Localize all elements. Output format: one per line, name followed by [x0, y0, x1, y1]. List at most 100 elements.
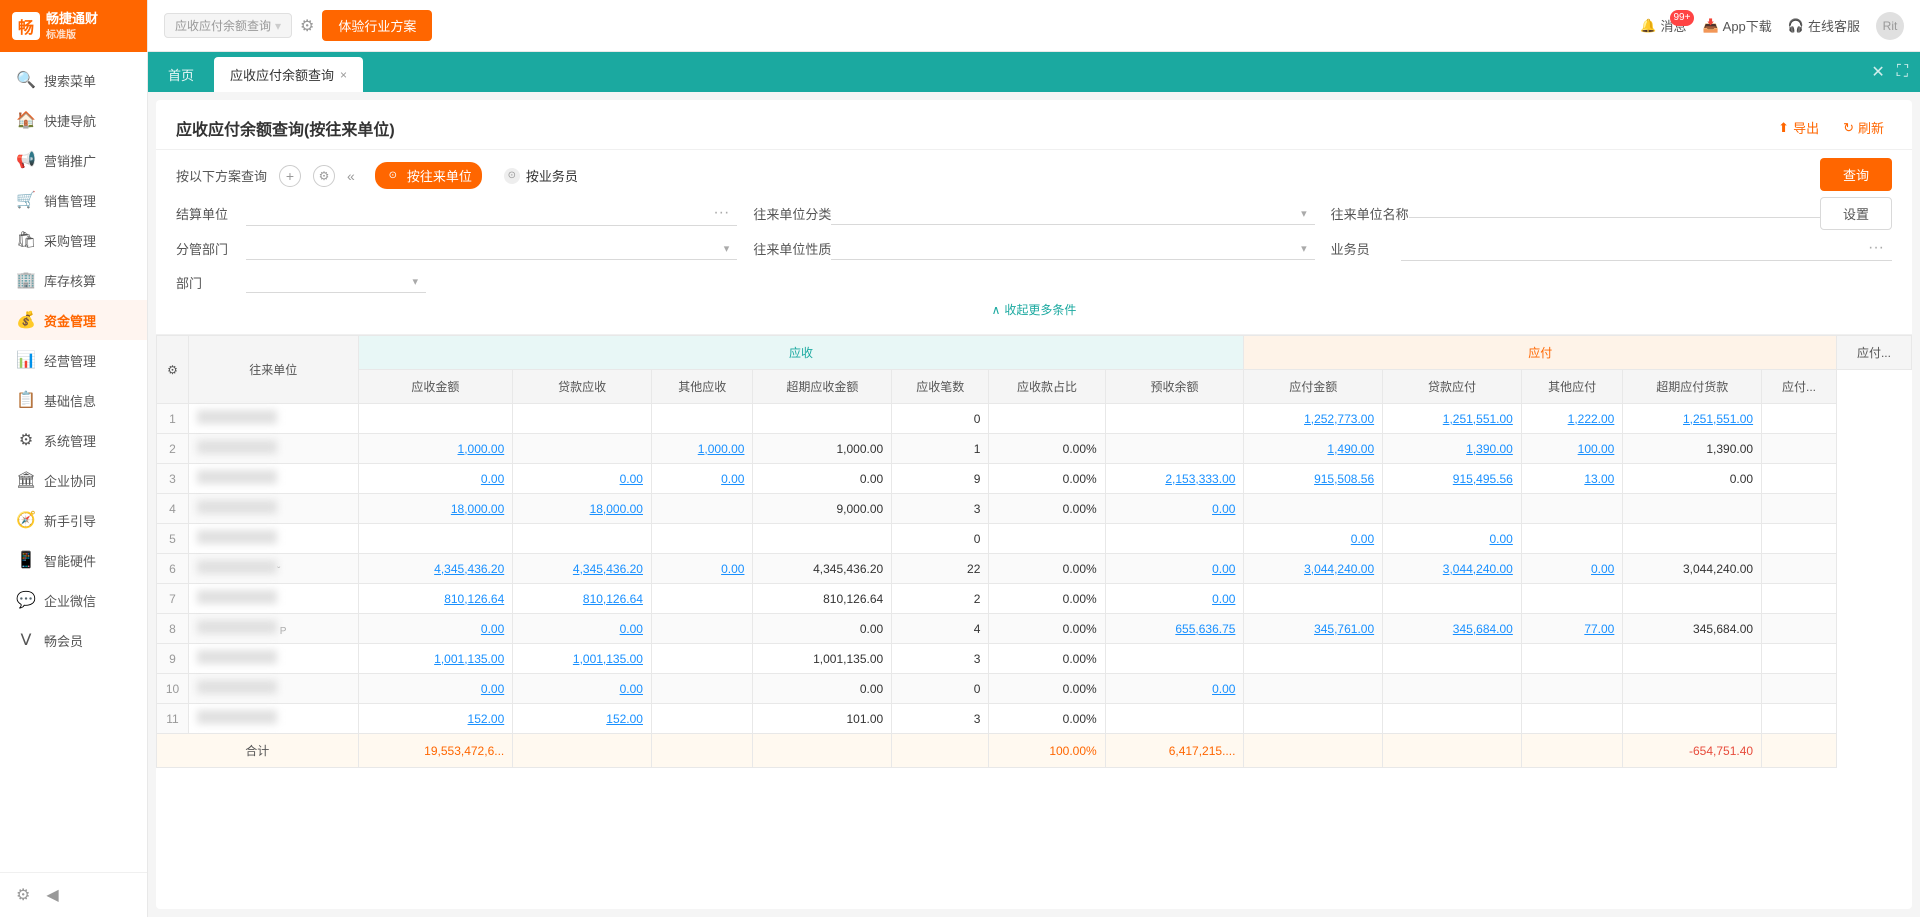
- ap-amount[interactable]: 1,490.00: [1244, 434, 1383, 464]
- settlement-unit-input[interactable]: ···: [246, 201, 737, 226]
- sidebar-item-inventory[interactable]: 🏢 库存核算: [0, 260, 147, 300]
- tab-home[interactable]: 首页: [152, 57, 210, 92]
- user-avatar[interactable]: Rit: [1876, 12, 1904, 40]
- ar-prepay[interactable]: 0.00: [1105, 554, 1244, 584]
- partner-nature-input[interactable]: ▾: [831, 238, 1314, 260]
- ar-amount[interactable]: 1,000.00: [358, 434, 513, 464]
- ar-loan[interactable]: 4,345,436.20: [513, 554, 652, 584]
- sidebar-item-quick-nav[interactable]: 🏠 快捷导航: [0, 100, 147, 140]
- ar-ratio: 0.00%: [989, 704, 1105, 734]
- ap-amount[interactable]: 345,761.00: [1244, 614, 1383, 644]
- ar-loan[interactable]: 1,001,135.00: [513, 644, 652, 674]
- ar-other[interactable]: 0.00: [651, 554, 753, 584]
- ar-prepay[interactable]: 0.00: [1105, 584, 1244, 614]
- ar-prepay[interactable]: 655,636.75: [1105, 614, 1244, 644]
- ar-loan[interactable]: 0.00: [513, 464, 652, 494]
- ap-other[interactable]: 13.00: [1521, 464, 1623, 494]
- sidebar-item-capital[interactable]: 💰 资金管理: [0, 300, 147, 340]
- query-button[interactable]: 查询: [1820, 158, 1892, 191]
- expand-window-icon[interactable]: ⛶: [1893, 59, 1912, 85]
- ap-amount[interactable]: 915,508.56: [1244, 464, 1383, 494]
- row-num: 1: [157, 404, 189, 434]
- ar-other[interactable]: 0.00: [651, 464, 753, 494]
- partner-category-input[interactable]: ▾: [831, 203, 1314, 225]
- sidebar-item-sales[interactable]: 🛒 销售管理: [0, 180, 147, 220]
- filter-add-button[interactable]: +: [279, 165, 301, 187]
- ar-other[interactable]: 1,000.00: [651, 434, 753, 464]
- ap-amount[interactable]: 1,252,773.00: [1244, 404, 1383, 434]
- ar-amount[interactable]: 0.00: [358, 464, 513, 494]
- ar-prepay[interactable]: 0.00: [1105, 674, 1244, 704]
- tab-close-icon[interactable]: ×: [340, 68, 347, 82]
- sidebar-item-purchase[interactable]: 🛍 采购管理: [0, 220, 147, 260]
- settings-bottom-icon[interactable]: ⚙: [16, 885, 30, 905]
- ap-amount[interactable]: 3,044,240.00: [1244, 554, 1383, 584]
- header-path[interactable]: 应收应付余额查询 ▾: [164, 13, 292, 38]
- header-settings-icon[interactable]: ⚙: [300, 16, 314, 36]
- department-input[interactable]: ▾: [246, 271, 426, 293]
- online-service-button[interactable]: 🎧 在线客服: [1788, 16, 1860, 35]
- ap-loan[interactable]: 345,684.00: [1383, 614, 1522, 644]
- promo-button[interactable]: 体验行业方案: [322, 10, 432, 41]
- ap-loan[interactable]: 1,251,551.00: [1383, 404, 1522, 434]
- ap-loan[interactable]: 3,044,240.00: [1383, 554, 1522, 584]
- filter-option-by-salesperson[interactable]: ⊙ 按业务员: [494, 162, 588, 189]
- ar-amount[interactable]: 810,126.64: [358, 584, 513, 614]
- sidebar-item-operations[interactable]: 📊 经营管理: [0, 340, 147, 380]
- ap-loan[interactable]: 1,390.00: [1383, 434, 1522, 464]
- collapse-more-button[interactable]: ∧ 收起更多条件: [176, 297, 1892, 322]
- ar-loan[interactable]: 0.00: [513, 614, 652, 644]
- sidebar-item-basic-info[interactable]: 📋 基础信息: [0, 380, 147, 420]
- message-badge: 99+: [1670, 10, 1695, 26]
- ar-loan[interactable]: 0.00: [513, 674, 652, 704]
- table-config-button[interactable]: ⚙: [157, 336, 189, 404]
- ar-loan[interactable]: 810,126.64: [513, 584, 652, 614]
- ar-loan[interactable]: 18,000.00: [513, 494, 652, 524]
- ap-more: [1762, 554, 1837, 584]
- filter-option-by-company[interactable]: ⊙ 按往来单位: [375, 162, 482, 189]
- ar-amount[interactable]: 0.00: [358, 614, 513, 644]
- ap-other[interactable]: 0.00: [1521, 554, 1623, 584]
- ar-amount[interactable]: 152.00: [358, 704, 513, 734]
- home-tab-label: 首页: [168, 65, 194, 84]
- sidebar-item-hardware[interactable]: 📱 智能硬件: [0, 540, 147, 580]
- export-button[interactable]: ⬆ 导出: [1770, 114, 1827, 141]
- sidebar-item-guide[interactable]: 🧭 新手引导: [0, 500, 147, 540]
- ap-amount[interactable]: 0.00: [1244, 524, 1383, 554]
- sidebar-item-marketing[interactable]: 📢 营销推广: [0, 140, 147, 180]
- ap-loan[interactable]: 915,495.56: [1383, 464, 1522, 494]
- company-name: [189, 434, 359, 464]
- ar-prepay[interactable]: 0.00: [1105, 494, 1244, 524]
- managing-dept-input[interactable]: ▾: [246, 238, 737, 260]
- settings-button[interactable]: 设置: [1820, 197, 1892, 230]
- collapse-icon[interactable]: ◀: [46, 885, 58, 905]
- filter-collapse-button[interactable]: «: [347, 168, 355, 184]
- ar-amount[interactable]: 18,000.00: [358, 494, 513, 524]
- ar-amount[interactable]: 1,001,135.00: [358, 644, 513, 674]
- ap-other[interactable]: 1,222.00: [1521, 404, 1623, 434]
- filter-config-button[interactable]: ⚙: [313, 165, 335, 187]
- refresh-button[interactable]: ↻ 刷新: [1835, 114, 1892, 141]
- sidebar-item-wechat[interactable]: 💬 企业微信: [0, 580, 147, 620]
- tab-ar-balance[interactable]: 应收应付余额查询 ×: [214, 57, 363, 92]
- ap-other[interactable]: 100.00: [1521, 434, 1623, 464]
- close-window-icon[interactable]: ✕: [1867, 58, 1888, 86]
- ar-other: [651, 704, 753, 734]
- bell-icon: 🔔: [1640, 18, 1656, 34]
- sidebar-item-member[interactable]: Ⅴ 畅会员: [0, 620, 147, 660]
- ar-prepay[interactable]: 2,153,333.00: [1105, 464, 1244, 494]
- ar-loan[interactable]: 152.00: [513, 704, 652, 734]
- ar-loan: [513, 524, 652, 554]
- app-download-button[interactable]: 📥 App下载: [1702, 16, 1771, 35]
- sidebar-item-search-menu[interactable]: 🔍 搜索菜单: [0, 60, 147, 100]
- ap-overdue: [1623, 674, 1762, 704]
- ar-amount[interactable]: 4,345,436.20: [358, 554, 513, 584]
- ap-other[interactable]: 77.00: [1521, 614, 1623, 644]
- ap-overdue[interactable]: 1,251,551.00: [1623, 404, 1762, 434]
- message-button[interactable]: 🔔 消息 99+: [1640, 16, 1686, 35]
- ap-loan[interactable]: 0.00: [1383, 524, 1522, 554]
- salesperson-input[interactable]: ···: [1401, 236, 1892, 261]
- ar-amount[interactable]: 0.00: [358, 674, 513, 704]
- sidebar-item-system[interactable]: ⚙ 系统管理: [0, 420, 147, 460]
- sidebar-item-enterprise[interactable]: 🏛 企业协同: [0, 460, 147, 500]
